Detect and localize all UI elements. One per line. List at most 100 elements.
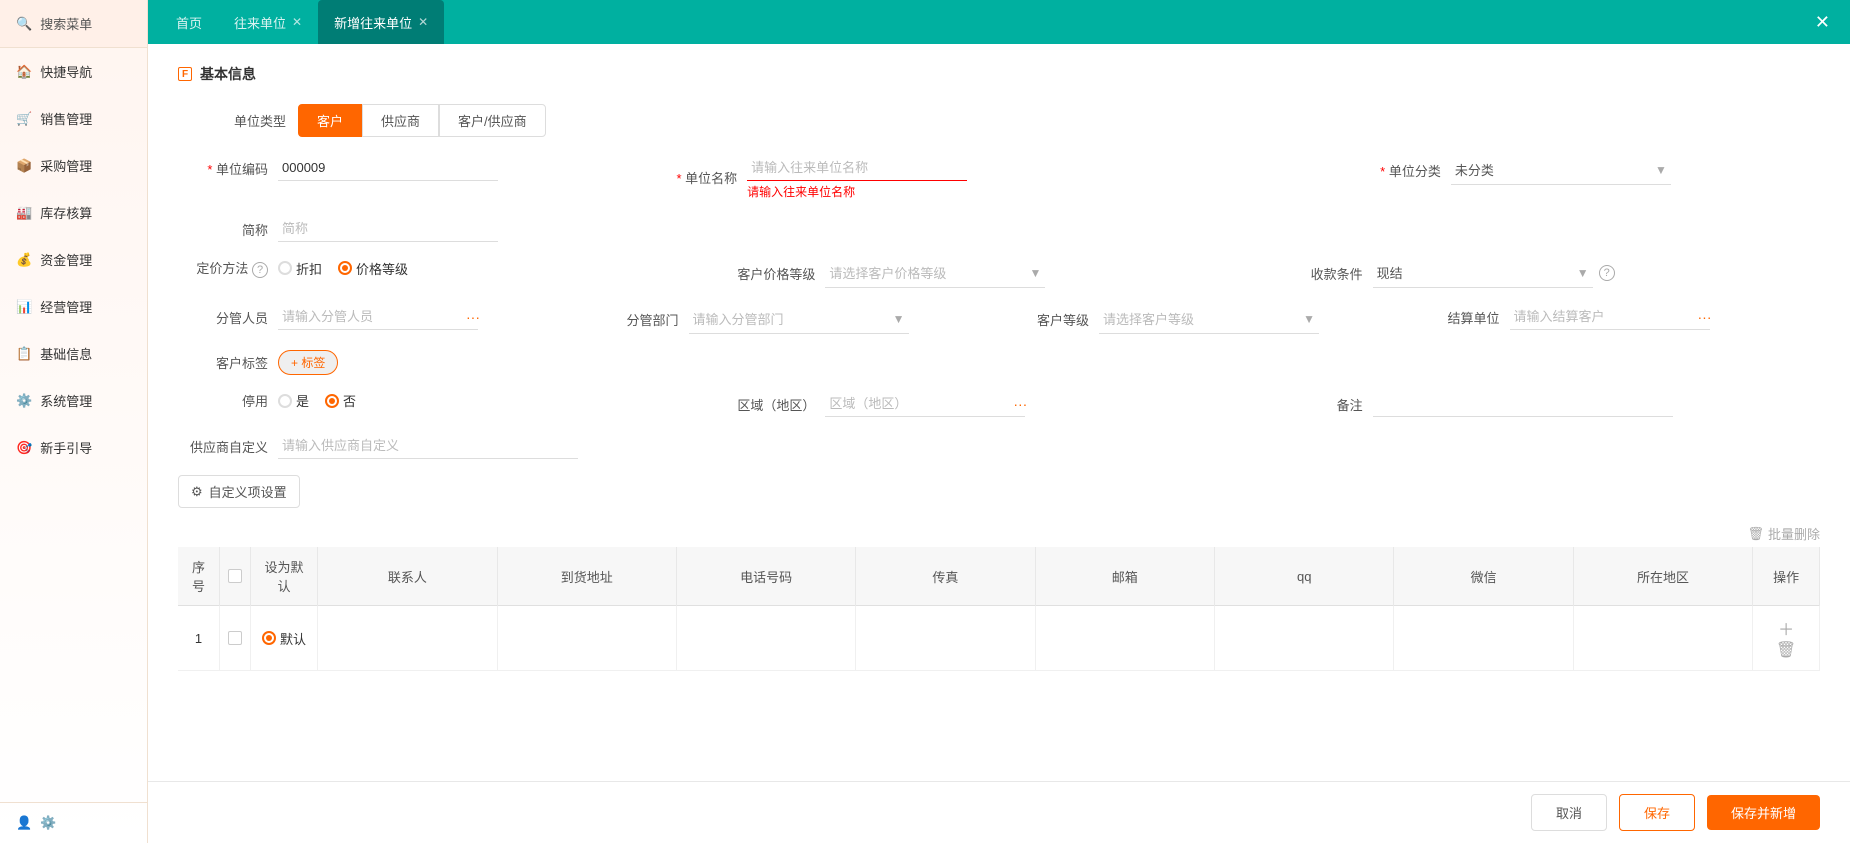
sidebar-item-base-info[interactable]: 📋 基础信息 xyxy=(0,330,147,377)
col-email: 邮箱 xyxy=(1035,547,1214,606)
contacts-table: 序号 设为默认 联系人 到货地址 电话号码 传真 邮箱 qq 微信 所在地区 操… xyxy=(178,547,1820,671)
table-region-input[interactable] xyxy=(1582,631,1744,646)
unit-type-both[interactable]: 客户/供应商 xyxy=(439,104,546,137)
tab-bar-global-close[interactable]: ✕ xyxy=(1807,12,1838,33)
unit-type-customer[interactable]: 客户 xyxy=(298,104,362,137)
pricing-help-icon[interactable]: ? xyxy=(252,262,268,278)
user-icon: 👤 xyxy=(16,815,32,831)
tab-home-label: 首页 xyxy=(176,13,202,32)
contact-input[interactable] xyxy=(326,631,488,646)
sidebar-item-purchase[interactable]: 📦 采购管理 xyxy=(0,142,147,189)
sales-icon: 🛒 xyxy=(16,111,32,127)
unit-type-label: 单位类型 xyxy=(178,111,298,130)
sidebar-item-sales[interactable]: 🛒 销售管理 xyxy=(0,95,147,142)
payment-terms-select[interactable]: 现结 ▼ xyxy=(1373,258,1593,288)
sidebar-item-system[interactable]: ⚙️ 系统管理 xyxy=(0,377,147,424)
remark-input[interactable] xyxy=(1373,391,1673,417)
customer-level-select[interactable]: 请选择客户等级 ▼ xyxy=(1099,304,1319,334)
email-input[interactable] xyxy=(1044,631,1206,646)
manager-label: 分管人员 xyxy=(178,308,278,327)
cell-address xyxy=(497,606,676,671)
cancel-button[interactable]: 取消 xyxy=(1531,794,1607,831)
department-placeholder: 请输入分管部门 xyxy=(693,309,889,328)
qq-input[interactable] xyxy=(1223,631,1385,646)
manager-dots-btn[interactable]: ··· xyxy=(462,309,484,325)
manager-input-wrapper: ··· xyxy=(278,304,478,330)
col-action: 操作 xyxy=(1753,547,1820,606)
customer-price-level-select[interactable]: 请选择客户价格等级 ▼ xyxy=(825,258,1045,288)
unit-category-select[interactable]: 未分类 ▼ xyxy=(1451,155,1671,185)
sidebar-item-inventory[interactable]: 🏭 库存核算 xyxy=(0,189,147,236)
unit-category-label: 单位分类 xyxy=(1351,161,1451,180)
tab-units[interactable]: 往来单位 ✕ xyxy=(218,0,318,44)
form-row-tag: 客户标签 + 标签 xyxy=(178,350,1820,375)
search-label: 搜索菜单 xyxy=(40,14,92,33)
field-payment-terms: 收款条件 现结 ▼ ? xyxy=(1273,258,1820,288)
manager-input[interactable] xyxy=(278,304,462,329)
phone-input[interactable] xyxy=(685,631,847,646)
settlement-unit-input-wrapper: ··· xyxy=(1510,304,1710,330)
radio-disabled-no[interactable]: 否 xyxy=(325,391,356,410)
field-remark: 备注 xyxy=(1273,391,1820,417)
region-input-wrapper: ··· xyxy=(825,391,1025,417)
custom-settings-button[interactable]: ⚙ 自定义项设置 xyxy=(178,475,300,508)
section-header: F 基本信息 xyxy=(178,64,1820,84)
quick-nav-label: 快捷导航 xyxy=(40,62,92,81)
sidebar-item-finance[interactable]: 💰 资金管理 xyxy=(0,236,147,283)
radio-price-level[interactable]: 价格等级 xyxy=(338,259,408,278)
form-row-disabled: 停用 是 否 区域（地区） ··· xyxy=(178,391,1820,417)
add-tag-button[interactable]: + 标签 xyxy=(278,350,338,375)
tab-home[interactable]: 首页 xyxy=(160,0,218,44)
cell-action: ＋ 🗑 xyxy=(1753,606,1820,671)
save-button[interactable]: 保存 xyxy=(1619,794,1695,831)
sidebar-item-quick-nav[interactable]: 🏠 快捷导航 xyxy=(0,48,147,95)
tab-new-unit[interactable]: 新增往来单位 ✕ xyxy=(318,0,444,44)
radio-disabled-yes[interactable]: 是 xyxy=(278,391,309,410)
unit-name-label: 单位名称 xyxy=(647,168,747,187)
radio-discount[interactable]: 折扣 xyxy=(278,259,322,278)
wechat-input[interactable] xyxy=(1402,631,1564,646)
cell-region xyxy=(1573,606,1752,671)
unit-code-input[interactable] xyxy=(278,155,498,181)
col-contact: 联系人 xyxy=(318,547,497,606)
bulk-delete-icon: 🗑 xyxy=(1747,526,1764,542)
col-wechat: 微信 xyxy=(1394,547,1573,606)
tab-new-unit-close[interactable]: ✕ xyxy=(418,15,428,29)
settlement-unit-dots-btn[interactable]: ··· xyxy=(1694,309,1716,325)
disabled-radio-group: 是 否 xyxy=(278,391,356,410)
cell-checkbox xyxy=(219,606,250,671)
col-address: 到货地址 xyxy=(497,547,676,606)
unit-name-input[interactable] xyxy=(747,155,967,181)
department-select[interactable]: 请输入分管部门 ▼ xyxy=(689,304,909,334)
department-label: 分管部门 xyxy=(589,310,689,329)
fax-input[interactable] xyxy=(864,631,1026,646)
row-checkbox[interactable] xyxy=(228,631,242,645)
select-all-checkbox[interactable] xyxy=(228,569,242,583)
short-name-input[interactable] xyxy=(278,216,498,242)
address-input[interactable] xyxy=(506,631,668,646)
settlement-unit-label: 结算单位 xyxy=(1410,308,1510,327)
form-row-supplier-custom: 供应商自定义 xyxy=(178,433,1820,459)
col-phone: 电话号码 xyxy=(676,547,855,606)
settlement-unit-input[interactable] xyxy=(1510,304,1694,329)
purchase-label: 采购管理 xyxy=(40,156,92,175)
bulk-delete-area[interactable]: 🗑 批量删除 xyxy=(178,524,1820,543)
search-menu-item[interactable]: 🔍 搜索菜单 xyxy=(0,0,147,48)
save-add-button[interactable]: 保存并新增 xyxy=(1707,795,1820,830)
supplier-custom-input[interactable] xyxy=(278,433,578,459)
sidebar-item-guide[interactable]: 🎯 新手引导 xyxy=(0,424,147,471)
unit-type-supplier[interactable]: 供应商 xyxy=(362,104,439,137)
pricing-method-radio-group: 折扣 价格等级 xyxy=(278,259,408,278)
col-fax: 传真 xyxy=(856,547,1035,606)
region-input[interactable] xyxy=(825,391,1009,416)
payment-terms-help-icon[interactable]: ? xyxy=(1599,265,1615,281)
row-delete-button[interactable]: 🗑 xyxy=(1773,640,1799,660)
region-dots-btn[interactable]: ··· xyxy=(1009,396,1031,412)
unit-name-error: 请输入往来单位名称 xyxy=(747,183,987,200)
row-add-button[interactable]: ＋ xyxy=(1775,616,1797,640)
tab-units-close[interactable]: ✕ xyxy=(292,15,302,29)
operations-icon: 📊 xyxy=(16,299,32,315)
row-default-radio[interactable] xyxy=(262,631,276,645)
section-icon: F xyxy=(178,67,192,81)
sidebar-item-operations[interactable]: 📊 经营管理 xyxy=(0,283,147,330)
